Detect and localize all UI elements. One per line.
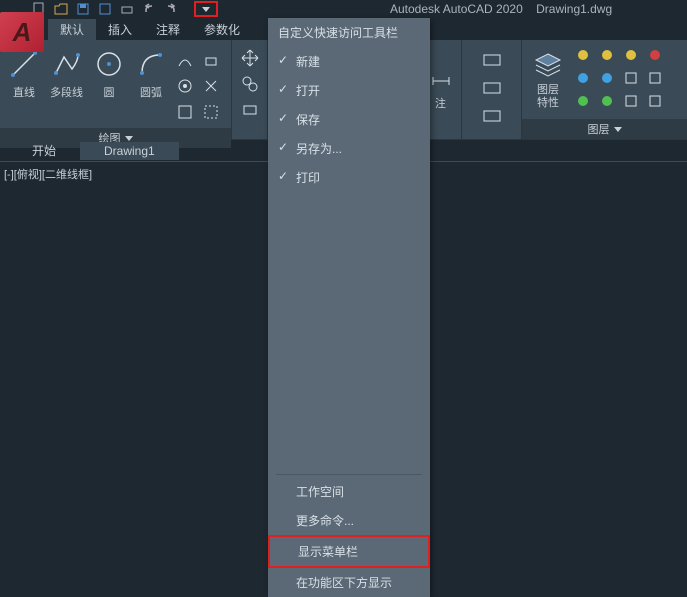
panel-small-tools (462, 40, 522, 139)
stretch-icon[interactable] (238, 98, 262, 122)
file-tab-drawing[interactable]: Drawing1 (80, 142, 179, 160)
tool-c[interactable] (480, 104, 504, 128)
layer-on-icon[interactable] (574, 46, 592, 64)
qat-saveas-icon[interactable] (98, 2, 112, 16)
layer-state-icons (572, 44, 670, 115)
menu-item-show-below-ribbon[interactable]: 在功能区下方显示 (268, 568, 430, 597)
file-name: Drawing1.dwg (536, 2, 612, 16)
qat-customize-dropdown[interactable] (194, 1, 218, 17)
layer-i11[interactable] (622, 92, 640, 110)
layer-i5[interactable] (574, 69, 592, 87)
tool-small-4[interactable] (199, 48, 223, 72)
layer-i7[interactable] (622, 69, 640, 87)
menu-item-print[interactable]: 打印 (268, 163, 430, 192)
file-tab-start[interactable]: 开始 (8, 140, 80, 161)
menu-title: 自定义快速访问工具栏 (268, 18, 430, 47)
menu-spacer (268, 192, 430, 472)
tool-small-5[interactable] (199, 74, 223, 98)
polyline-icon (51, 46, 83, 82)
tool-a[interactable] (480, 48, 504, 72)
copy-icon[interactable] (238, 72, 262, 96)
tool-small-6[interactable] (199, 100, 223, 124)
layer-color-icon[interactable] (646, 46, 664, 64)
tool-small-1[interactable] (173, 48, 197, 72)
chevron-down-icon (202, 7, 210, 12)
layer-i10[interactable] (598, 92, 616, 110)
menu-divider (276, 474, 422, 475)
layer-lock-icon[interactable] (622, 46, 640, 64)
layer-properties[interactable]: 图层 特性 (526, 44, 570, 115)
layer-props-label: 图层 特性 (537, 84, 559, 110)
menu-item-more-commands[interactable]: 更多命令... (268, 506, 430, 535)
app-logo[interactable]: A (0, 12, 44, 52)
tool-line[interactable]: 直线 (4, 44, 44, 124)
tool-polyline[interactable]: 多段线 (46, 44, 87, 124)
tool-label: 圆 (104, 84, 115, 100)
layers-icon (532, 46, 564, 82)
qat-redo-icon[interactable] (164, 2, 178, 16)
panel-annotate-label: 注 (435, 95, 446, 111)
panel-draw: 直线 多段线 圆 圆弧 (0, 40, 232, 139)
menu-item-open[interactable]: 打开 (268, 76, 430, 105)
layer-i9[interactable] (574, 92, 592, 110)
ribbon-tab-insert[interactable]: 插入 (96, 19, 144, 40)
view-label[interactable]: [-][俯视][二维线框] (4, 166, 92, 182)
tool-label: 直线 (13, 84, 35, 100)
tool-b[interactable] (480, 76, 504, 100)
layer-i8[interactable] (646, 69, 664, 87)
layer-i12[interactable] (646, 92, 664, 110)
menu-item-show-menubar[interactable]: 显示菜单栏 (268, 535, 430, 568)
ribbon-tab-default[interactable]: 默认 (48, 19, 96, 40)
menu-item-saveas[interactable]: 另存为... (268, 134, 430, 163)
qat-customize-menu: 自定义快速访问工具栏 新建 打开 保存 另存为... 打印 工作空间 更多命令.… (268, 18, 430, 597)
menu-item-new[interactable]: 新建 (268, 47, 430, 76)
title-bar: Autodesk AutoCAD 2020 Drawing1.dwg (0, 0, 687, 18)
chevron-down-icon (125, 136, 133, 141)
dimension-icon[interactable] (429, 69, 453, 93)
tool-arc[interactable]: 圆弧 (131, 44, 171, 124)
arc-icon (135, 46, 167, 82)
title-text: Autodesk AutoCAD 2020 Drawing1.dwg (390, 2, 612, 16)
move-icon[interactable] (238, 46, 262, 70)
tool-circle[interactable]: 圆 (89, 44, 129, 124)
menu-item-save[interactable]: 保存 (268, 105, 430, 134)
tool-small-2[interactable] (173, 74, 197, 98)
qat-plot-icon[interactable] (120, 2, 134, 16)
qat-open-icon[interactable] (54, 2, 68, 16)
tool-label: 多段线 (50, 84, 83, 100)
tool-small-3[interactable] (173, 100, 197, 124)
panel-layers: 图层 特性 图层 (522, 40, 687, 139)
panel-label-layers[interactable]: 图层 (522, 119, 687, 139)
panel-modify (232, 40, 268, 139)
qat-undo-icon[interactable] (142, 2, 156, 16)
circle-icon (93, 46, 125, 82)
menu-item-workspace[interactable]: 工作空间 (268, 477, 430, 506)
ribbon-tab-parametric[interactable]: 参数化 (192, 19, 252, 40)
tool-label: 圆弧 (140, 84, 162, 100)
ribbon-tab-annotate[interactable]: 注释 (144, 19, 192, 40)
app-name: Autodesk AutoCAD 2020 (390, 2, 523, 16)
qat-save-icon[interactable] (76, 2, 90, 16)
layer-i6[interactable] (598, 69, 616, 87)
layer-freeze-icon[interactable] (598, 46, 616, 64)
chevron-down-icon (614, 127, 622, 132)
